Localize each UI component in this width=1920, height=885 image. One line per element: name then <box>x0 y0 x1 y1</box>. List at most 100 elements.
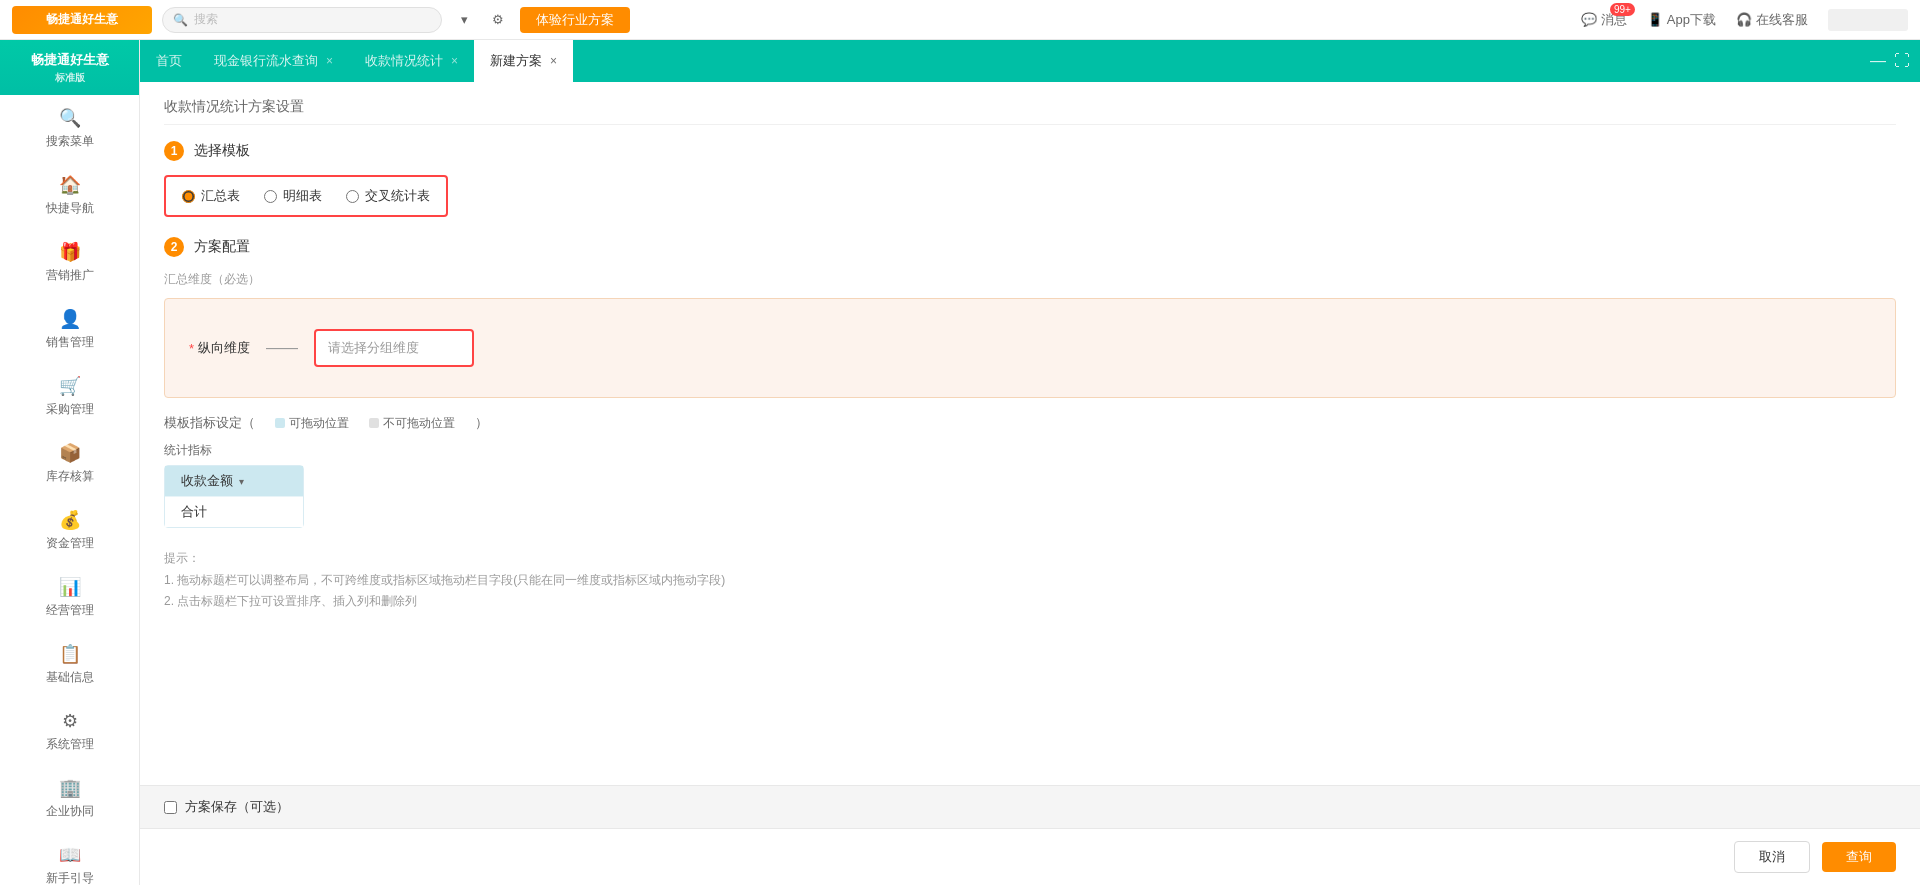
search-bar[interactable]: 🔍 搜索 <box>162 7 442 33</box>
metrics-col-header[interactable]: 收款金额 ▾ <box>165 466 303 496</box>
step1-title: 选择模板 <box>194 142 250 160</box>
sidebar-brand: 畅捷通好生意 标准版 <box>0 40 139 95</box>
step2-title: 方案配置 <box>194 238 250 256</box>
sidebar-item-sales[interactable]: 👤 销售管理 <box>0 296 139 363</box>
chevron-down-icon: ▾ <box>239 476 244 487</box>
step1-header: 1 选择模板 <box>164 141 1896 161</box>
sidebar-label-operations: 经营管理 <box>46 602 94 619</box>
sidebar-item-marketing[interactable]: 🎁 营销推广 <box>0 229 139 296</box>
sidebar-item-purchase[interactable]: 🛒 采购管理 <box>0 363 139 430</box>
sidebar-label-quick-nav: 快捷导航 <box>46 200 94 217</box>
nodrag-indicator: 不可拖动位置 <box>369 415 455 432</box>
page-header: 收款情况统计方案设置 <box>164 98 1896 125</box>
search-menu-icon: 🔍 <box>59 107 81 129</box>
step1-section: 1 选择模板 汇总表 明细表 <box>164 141 1896 217</box>
select-dimension-dropdown[interactable]: 请选择分组维度 <box>314 329 474 367</box>
radio-detail-input[interactable] <box>264 190 277 203</box>
tab-receipt-stats[interactable]: 收款情况统计 × <box>349 40 474 82</box>
tab-new-plan[interactable]: 新建方案 × <box>474 40 573 82</box>
cart-icon: 🛒 <box>59 375 81 397</box>
radio-detail[interactable]: 明细表 <box>264 187 322 205</box>
query-button[interactable]: 查询 <box>1822 842 1896 872</box>
footer-actions: 取消 查询 <box>140 828 1920 885</box>
cancel-button[interactable]: 取消 <box>1734 841 1810 873</box>
step2-number: 2 <box>164 237 184 257</box>
tab-bar-actions: — ⛶ <box>1870 52 1920 70</box>
sidebar-item-operations[interactable]: 📊 经营管理 <box>0 564 139 631</box>
dropdown-button[interactable]: ▾ <box>452 8 476 32</box>
metrics-table-section-label: 统计指标 <box>164 442 1896 459</box>
clipboard-icon: 📋 <box>59 643 81 665</box>
required-mark: * <box>189 341 194 356</box>
page-content: 收款情况统计方案设置 1 选择模板 汇总表 <box>140 82 1920 828</box>
tips-title: 提示： <box>164 551 200 565</box>
support-icon: 🎧 <box>1736 12 1752 27</box>
sidebar-item-basic-info[interactable]: 📋 基础信息 <box>0 631 139 698</box>
dimension-label: 汇总维度（必选） <box>164 271 1896 288</box>
gear-icon: ⚙ <box>62 710 78 732</box>
tab-home[interactable]: 首页 <box>140 40 198 82</box>
sidebar-item-finance[interactable]: 💰 资金管理 <box>0 497 139 564</box>
tab-receipt-stats-label: 收款情况统计 <box>365 52 443 70</box>
tab-bank-flow[interactable]: 现金银行流水查询 × <box>198 40 349 82</box>
tab-receipt-stats-close[interactable]: × <box>451 54 458 68</box>
content-area: 首页 现金银行流水查询 × 收款情况统计 × 新建方案 × — ⛶ <box>140 40 1920 885</box>
dimension-row: * 纵向维度 —— 请选择分组维度 <box>189 329 474 367</box>
support-label: 在线客服 <box>1756 11 1808 29</box>
metrics-header-text: 模板指标设定（ <box>164 414 255 432</box>
tab-minimize-button[interactable]: — <box>1870 52 1886 70</box>
tab-maximize-button[interactable]: ⛶ <box>1894 52 1910 70</box>
sidebar-label-search-menu: 搜索菜单 <box>46 133 94 150</box>
radio-cross-input[interactable] <box>346 190 359 203</box>
sidebar-item-inventory[interactable]: 📦 库存核算 <box>0 430 139 497</box>
radio-cross-label: 交叉统计表 <box>365 187 430 205</box>
metrics-row-total: 合计 <box>165 496 303 527</box>
tab-home-label: 首页 <box>156 52 182 70</box>
sidebar-item-enterprise[interactable]: 🏢 企业协同 <box>0 765 139 832</box>
dimension-section: 汇总维度（必选） * 纵向维度 —— 请选择分组维度 <box>164 271 1896 398</box>
download-label: App下载 <box>1667 11 1716 29</box>
tab-bank-flow-label: 现金银行流水查询 <box>214 52 318 70</box>
download-item[interactable]: 📱 App下载 <box>1647 11 1716 29</box>
building-icon: 🏢 <box>59 777 81 799</box>
metrics-table: 收款金额 ▾ 合计 <box>164 465 304 528</box>
sidebar-label-sales: 销售管理 <box>46 334 94 351</box>
settings-button[interactable]: ⚙ <box>486 8 510 32</box>
trial-button[interactable]: 体验行业方案 <box>520 7 630 33</box>
gift-icon: 🎁 <box>59 241 81 263</box>
sidebar-item-system[interactable]: ⚙ 系统管理 <box>0 698 139 765</box>
save-checkbox[interactable] <box>164 801 177 814</box>
chart-icon: 📊 <box>59 576 81 598</box>
draggable-label: 可拖动位置 <box>289 415 349 432</box>
sidebar-label-basic-info: 基础信息 <box>46 669 94 686</box>
template-selection: 汇总表 明细表 交叉统计表 <box>164 175 448 217</box>
sidebar-item-quick-nav[interactable]: 🏠 快捷导航 <box>0 162 139 229</box>
sidebar-brand-sub: 标准版 <box>55 71 85 85</box>
tab-bank-flow-close[interactable]: × <box>326 54 333 68</box>
step1-number: 1 <box>164 141 184 161</box>
support-item[interactable]: 🎧 在线客服 <box>1736 11 1808 29</box>
user-avatar[interactable] <box>1828 9 1908 31</box>
box-icon: 📦 <box>59 442 81 464</box>
notification-item[interactable]: 💬 消息 99+ <box>1581 11 1627 29</box>
sidebar-item-search-menu[interactable]: 🔍 搜索菜单 <box>0 95 139 162</box>
sidebar-label-marketing: 营销推广 <box>46 267 94 284</box>
bottom-save-section: 方案保存（可选） <box>140 785 1920 828</box>
radio-cross[interactable]: 交叉统计表 <box>346 187 430 205</box>
radio-summary-input[interactable] <box>182 190 195 203</box>
notification-badge: 99+ <box>1610 3 1635 16</box>
sidebar-brand-text: 畅捷通好生意 <box>31 51 109 69</box>
draggable-indicator: 可拖动位置 <box>275 415 349 432</box>
book-icon: 📖 <box>59 844 81 866</box>
sidebar-item-guide[interactable]: 📖 新手引导 <box>0 832 139 885</box>
sidebar-label-guide: 新手引导 <box>46 870 94 885</box>
step2-section: 2 方案配置 汇总维度（必选） * 纵向 <box>164 237 1896 613</box>
tab-new-plan-close[interactable]: × <box>550 54 557 68</box>
sidebar-label-finance: 资金管理 <box>46 535 94 552</box>
app-logo: 畅捷通好生意 <box>12 6 152 34</box>
top-bar-right: 💬 消息 99+ 📱 App下载 🎧 在线客服 <box>1581 9 1908 31</box>
download-icon: 📱 <box>1647 12 1663 27</box>
metrics-header: 模板指标设定（ 可拖动位置 不可拖动位置 ） <box>164 414 1896 432</box>
tab-bar: 首页 现金银行流水查询 × 收款情况统计 × 新建方案 × — ⛶ <box>140 40 1920 82</box>
radio-summary[interactable]: 汇总表 <box>182 187 240 205</box>
